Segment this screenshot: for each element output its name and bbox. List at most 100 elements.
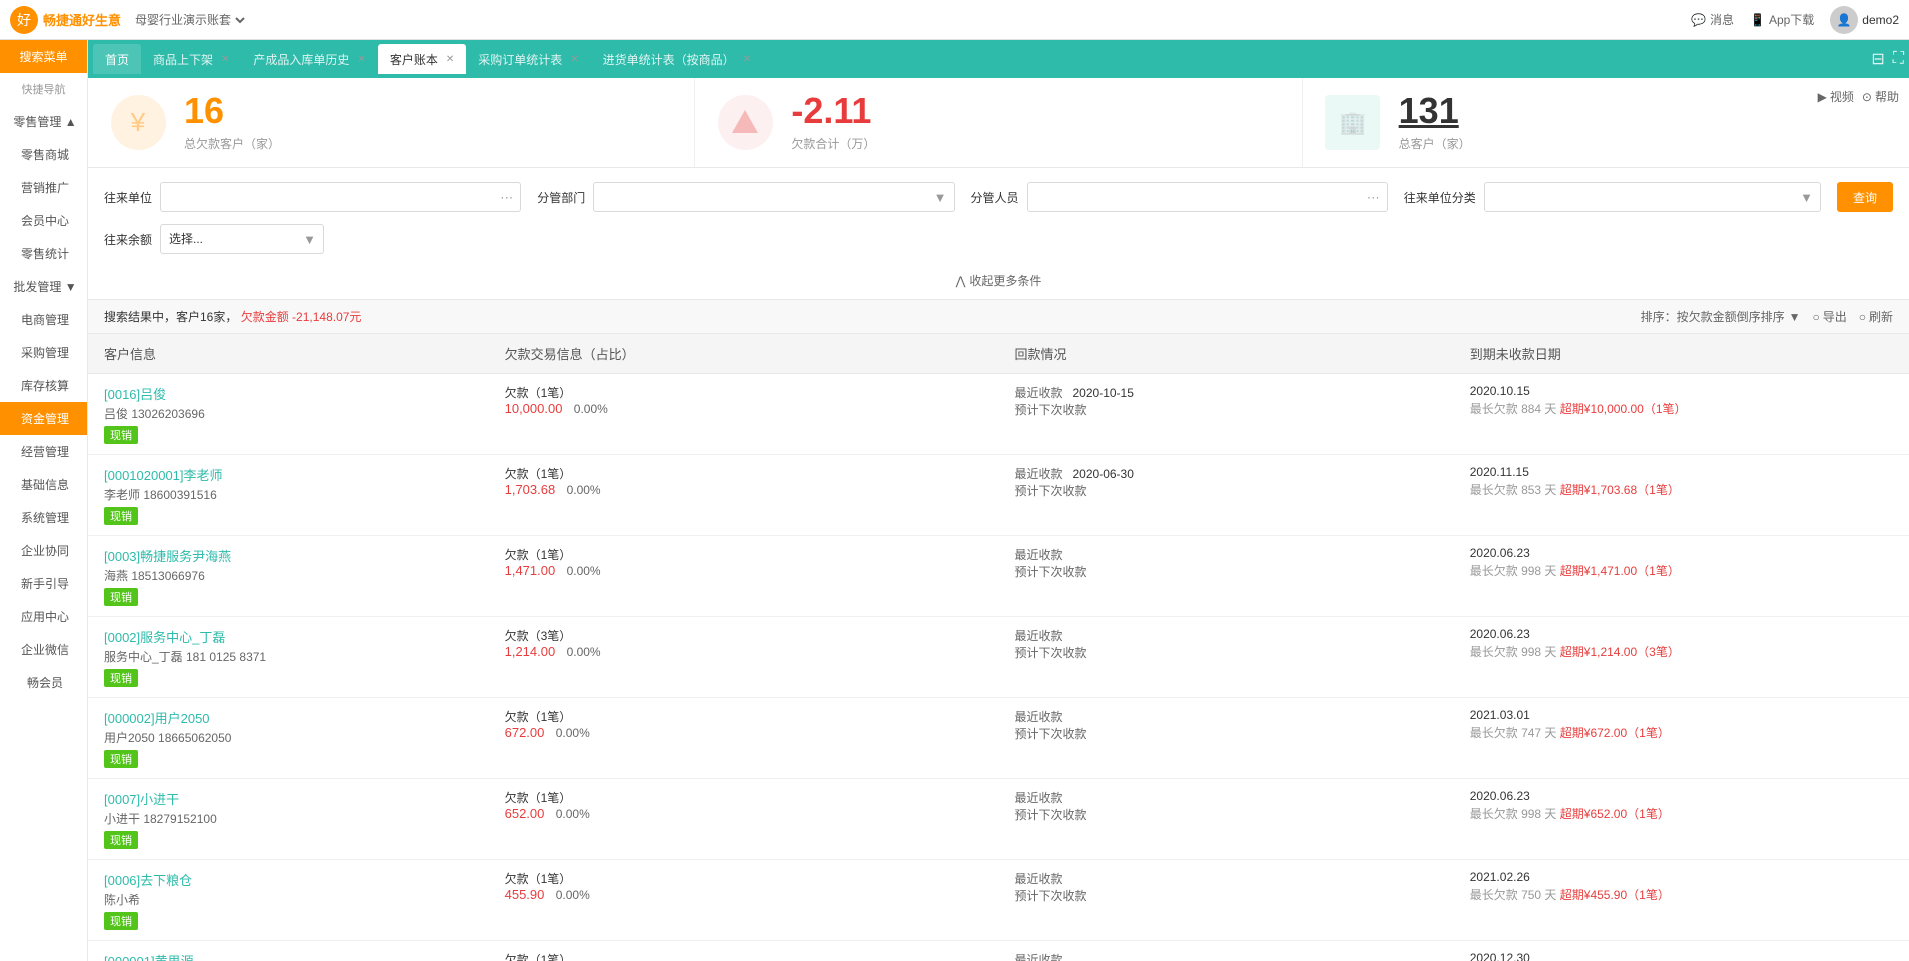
tab-stock-stats[interactable]: 进货单统计表（按商品） ✕: [591, 44, 763, 74]
customer-tag-0: 现销: [104, 426, 138, 444]
collapse-row: ⋀ 收起更多条件: [104, 266, 1893, 299]
debt-amount-0: 10,000.00: [505, 401, 563, 416]
export-btn[interactable]: ○ 导出: [1812, 308, 1846, 325]
filter-label-unit: 往来单位: [104, 189, 152, 206]
overdue-amount-3[interactable]: 超期¥1,214.00（3笔）: [1560, 645, 1680, 659]
last-receipt-5: 最近收款: [1014, 789, 1437, 806]
sidebar-item-retail-stats[interactable]: 零售统计: [0, 237, 87, 270]
app-download-btn[interactable]: 📱 App下载: [1750, 11, 1814, 28]
due-date-0: 2020.10.15: [1470, 384, 1893, 398]
sidebar-item-app-center[interactable]: 应用中心: [0, 600, 87, 633]
debt-desc-6: 欠款（1笔）: [505, 870, 983, 887]
tab-fullscreen-icon[interactable]: ⛶: [1893, 50, 1904, 68]
overdue-amount-1[interactable]: 超期¥1,703.68（1笔）: [1560, 483, 1680, 497]
tab-customer-account-close[interactable]: ✕: [446, 54, 454, 65]
tab-production-history-close[interactable]: ✕: [357, 54, 365, 65]
overdue-days-3: 最长欠款 998 天 超期¥1,214.00（3笔）: [1470, 643, 1893, 660]
result-sort[interactable]: 排序：按欠款金额倒序排序 ▼: [1641, 308, 1801, 325]
sidebar-item-ecommerce[interactable]: 电商管理: [0, 303, 87, 336]
next-receipt-0: 预计下次收款: [1014, 401, 1437, 418]
filter-field-person: 分管人员 ···: [971, 182, 1388, 212]
filter-label-category: 往来单位分类: [1404, 189, 1476, 206]
overdue-amount-5[interactable]: 超期¥652.00（1笔）: [1560, 807, 1670, 821]
customer-code-7[interactable]: [000001]黄思源: [104, 951, 473, 961]
tab-expand-icon[interactable]: ⊟: [1871, 49, 1884, 69]
sidebar-item-member-plus[interactable]: 畅会员: [0, 666, 87, 699]
tab-products-shelf[interactable]: 商品上下架 ✕: [141, 44, 241, 74]
overdue-days-2: 最长欠款 998 天 超期¥1,471.00（1笔）: [1470, 562, 1893, 579]
collapse-button[interactable]: ⋀ 收起更多条件: [956, 272, 1042, 289]
sidebar-item-basic-info[interactable]: 基础信息: [0, 468, 87, 501]
filter-select-category[interactable]: [1484, 182, 1821, 212]
filter-input-unit-wrapper: ···: [160, 182, 521, 212]
overdue-amount-0[interactable]: 超期¥10,000.00（1笔）: [1560, 402, 1687, 416]
table-row: [0002]服务中心_丁磊 服务中心_丁磊 181 0125 8371 现销 欠…: [88, 617, 1909, 698]
overdue-amount-4[interactable]: 超期¥672.00（1笔）: [1560, 726, 1670, 740]
cell-debt-1: 欠款（1笔） 1,703.68 0.00%: [489, 455, 999, 536]
sidebar-item-finance[interactable]: 资金管理: [0, 402, 87, 435]
customer-code-4[interactable]: [000002]用户2050: [104, 708, 473, 727]
sidebar-item-marketing[interactable]: 营销推广: [0, 171, 87, 204]
filter-input-person-dots[interactable]: ···: [1367, 190, 1380, 205]
table-row: [0016]吕俊 吕俊 13026203696 现销 欠款（1笔） 10,000…: [88, 374, 1909, 455]
result-actions: 排序：按欠款金额倒序排序 ▼ ○ 导出 ○ 刷新: [1641, 308, 1893, 325]
sidebar-search[interactable]: 搜索菜单: [0, 40, 87, 73]
tab-products-shelf-close[interactable]: ✕: [221, 54, 229, 65]
customer-phone-0: 吕俊 13026203696: [104, 405, 473, 422]
sidebar-item-batch-mgmt[interactable]: 批发管理 ▼: [0, 270, 87, 303]
search-button[interactable]: 查询: [1837, 182, 1893, 212]
filter-select-balance[interactable]: 选择...: [160, 224, 324, 254]
sidebar-quick-nav-label: 快捷导航: [22, 81, 66, 97]
sidebar-item-member[interactable]: 会员中心: [0, 204, 87, 237]
customer-code-6[interactable]: [0006]去下粮仓: [104, 870, 473, 889]
tab-stock-stats-close[interactable]: ✕: [743, 54, 751, 65]
customer-code-1[interactable]: [0001020001]李老师: [104, 465, 473, 484]
customer-code-5[interactable]: [0007]小进干: [104, 789, 473, 808]
customer-code-3[interactable]: [0002]服务中心_丁磊: [104, 627, 473, 646]
tab-products-shelf-label: 商品上下架: [153, 51, 213, 68]
customer-code-2[interactable]: [0003]畅捷服务尹海燕: [104, 546, 473, 565]
sidebar-item-system-mgmt[interactable]: 系统管理: [0, 501, 87, 534]
debt-amount-6: 455.90: [505, 887, 545, 902]
help-btn[interactable]: ⊙ 帮助: [1862, 88, 1899, 105]
store-select[interactable]: 母婴行业演示账套: [131, 12, 248, 28]
col-receipt-status: 回款情况: [998, 334, 1453, 374]
cell-due-6: 2021.02.26 最长欠款 750 天 超期¥455.90（1笔）: [1454, 860, 1909, 941]
video-btn[interactable]: ▶ 视频: [1818, 88, 1854, 105]
app-download-icon: 📱: [1750, 13, 1765, 27]
message-btn[interactable]: 💬 消息: [1691, 11, 1734, 28]
sidebar-quick-nav[interactable]: 快捷导航: [0, 73, 87, 105]
tab-purchase-order-close[interactable]: ✕: [570, 54, 578, 65]
tab-bar-actions: ⊟ ⛶: [1871, 49, 1904, 69]
sidebar: 搜索菜单 快捷导航 零售管理 ▲ 零售商城 营销推广 会员中心 零售统计 批发管…: [0, 40, 88, 961]
tab-purchase-order[interactable]: 采购订单统计表 ✕: [466, 44, 590, 74]
cell-customer-2: [0003]畅捷服务尹海燕 海燕 18513066976 现销: [88, 536, 489, 617]
cell-debt-5: 欠款（1笔） 652.00 0.00%: [489, 779, 999, 860]
sidebar-item-enterprise-coop[interactable]: 企业协同: [0, 534, 87, 567]
sidebar-retail-mgmt-label: 零售管理: [13, 115, 61, 129]
stat-info-customers: 16 总欠款客户（家）: [184, 93, 280, 152]
sidebar-item-new-guide[interactable]: 新手引导: [0, 567, 87, 600]
tab-customer-account[interactable]: 客户账本 ✕: [378, 44, 466, 74]
refresh-btn[interactable]: ○ 刷新: [1859, 308, 1893, 325]
user-area[interactable]: 👤 demo2: [1830, 6, 1899, 34]
filter-select-dept[interactable]: [593, 182, 954, 212]
filter-input-person[interactable]: [1027, 182, 1388, 212]
last-receipt-4: 最近收款: [1014, 708, 1437, 725]
tab-production-history[interactable]: 产成品入库单历史 ✕: [241, 44, 377, 74]
sidebar-item-purchase-mgmt[interactable]: 采购管理: [0, 336, 87, 369]
sidebar-item-retail-mall[interactable]: 零售商城: [0, 138, 87, 171]
overdue-amount-2[interactable]: 超期¥1,471.00（1笔）: [1560, 564, 1680, 578]
tab-home[interactable]: 首页: [93, 44, 141, 74]
sidebar-item-enterprise-wechat[interactable]: 企业微信: [0, 633, 87, 666]
sidebar-item-inventory[interactable]: 库存核算: [0, 369, 87, 402]
stat-card-amount: -2.11 欠款合计（万）: [695, 78, 1302, 167]
customer-code-0[interactable]: [0016]吕俊: [104, 384, 473, 403]
debt-percent-1: 0.00%: [567, 483, 601, 497]
overdue-amount-6[interactable]: 超期¥455.90（1笔）: [1560, 888, 1670, 902]
sidebar-item-retail-mgmt[interactable]: 零售管理 ▲: [0, 105, 87, 138]
top-bar-right: 💬 消息 📱 App下载 👤 demo2: [1691, 6, 1899, 34]
filter-input-unit-dots[interactable]: ···: [500, 190, 513, 205]
filter-input-unit[interactable]: [160, 182, 521, 212]
sidebar-item-operation[interactable]: 经营管理: [0, 435, 87, 468]
